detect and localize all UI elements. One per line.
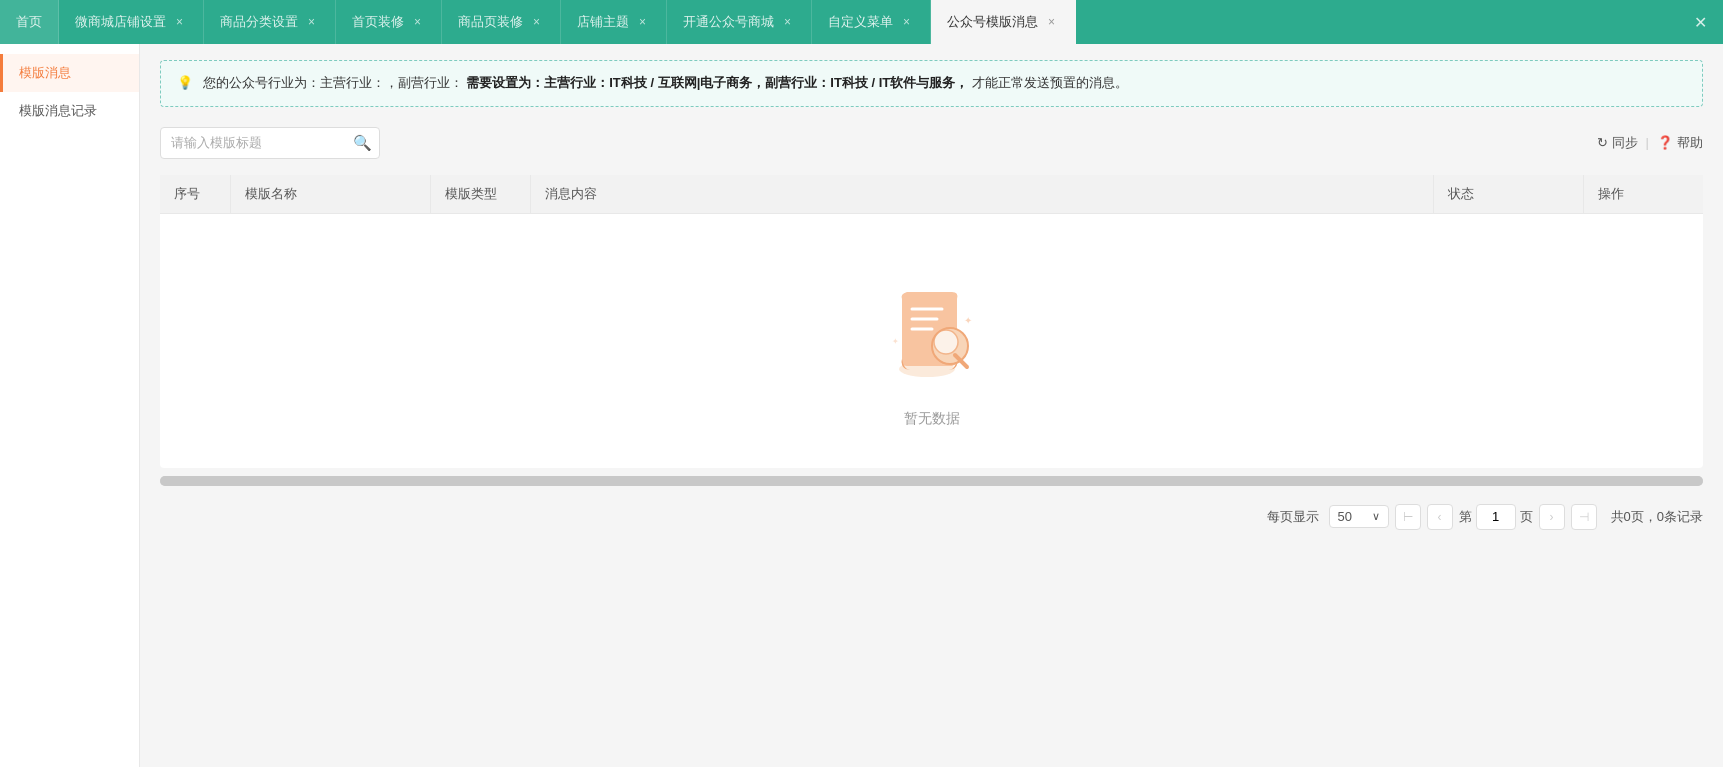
tab-template-msg[interactable]: 公众号模版消息 × xyxy=(931,0,1076,44)
sidebar-item-template-msg-record[interactable]: 模版消息记录 xyxy=(0,92,139,130)
tab-category-label: 商品分类设置 xyxy=(220,13,298,31)
svg-point-5 xyxy=(934,330,958,354)
col-header-type: 模版类型 xyxy=(430,175,530,214)
tab-category-close[interactable]: × xyxy=(304,13,319,31)
svg-text:✦: ✦ xyxy=(964,315,972,326)
col-header-status: 状态 xyxy=(1433,175,1583,214)
col-header-index: 序号 xyxy=(160,175,230,214)
tab-homepage-decor-label: 首页装修 xyxy=(352,13,404,31)
toolbar-divider: | xyxy=(1646,135,1649,150)
search-input-wrap: 🔍 xyxy=(160,127,380,159)
total-info: 共0页，0条记录 xyxy=(1611,508,1703,526)
tab-open-mall-close[interactable]: × xyxy=(780,13,795,31)
data-table: 序号 模版名称 模版类型 消息内容 状态 操作 xyxy=(160,175,1703,468)
tab-template-msg-close[interactable]: × xyxy=(1044,13,1059,31)
page-label-pre: 第 xyxy=(1459,508,1472,526)
per-page-select[interactable]: 50 ∨ xyxy=(1329,505,1389,528)
tab-home[interactable]: 首页 xyxy=(0,0,59,44)
main-layout: 模版消息 模版消息记录 💡 您的公众号行业为：主营行业：，副营行业： 需要设置为… xyxy=(0,44,1723,767)
tab-home-label: 首页 xyxy=(16,13,42,31)
empty-illustration: ✦ ✦ xyxy=(872,274,992,394)
tab-custom-menu-close[interactable]: × xyxy=(899,13,914,31)
tab-product-decor-close[interactable]: × xyxy=(529,13,544,31)
help-label: 帮助 xyxy=(1677,134,1703,152)
per-page-chevron: ∨ xyxy=(1372,510,1380,523)
sync-label: 同步 xyxy=(1612,134,1638,152)
col-header-content: 消息内容 xyxy=(530,175,1433,214)
notice-prefix: 您的公众号行业为：主营行业：，副营行业： xyxy=(203,75,463,90)
col-header-action: 操作 xyxy=(1583,175,1703,214)
search-bar: 🔍 ↻ 同步 | ❓ 帮助 xyxy=(160,127,1703,159)
pagination: 每页显示 50 ∨ ⊢ ‹ 第 页 › ⊣ 共0页，0条记录 xyxy=(160,494,1703,534)
tab-shop-settings-label: 微商城店铺设置 xyxy=(75,13,166,31)
tab-template-msg-label: 公众号模版消息 xyxy=(947,13,1038,31)
empty-state: ✦ ✦ 暂无数据 xyxy=(160,214,1703,468)
sidebar: 模版消息 模版消息记录 xyxy=(0,44,140,767)
tab-shop-settings-close[interactable]: × xyxy=(172,13,187,31)
tab-product-decor[interactable]: 商品页装修 × xyxy=(442,0,561,44)
help-icon: ❓ xyxy=(1657,135,1673,150)
col-header-name: 模版名称 xyxy=(230,175,430,214)
page-number-input[interactable] xyxy=(1476,504,1516,530)
help-button[interactable]: ❓ 帮助 xyxy=(1657,134,1703,152)
toolbar-right: ↻ 同步 | ❓ 帮助 xyxy=(1597,134,1703,152)
tab-homepage-decor-close[interactable]: × xyxy=(410,13,425,31)
empty-text: 暂无数据 xyxy=(904,410,960,428)
page-input-wrap: 第 页 xyxy=(1459,504,1533,530)
bulb-icon: 💡 xyxy=(177,75,193,90)
tab-open-mall[interactable]: 开通公众号商城 × xyxy=(667,0,812,44)
tab-open-mall-label: 开通公众号商城 xyxy=(683,13,774,31)
sync-button[interactable]: ↻ 同步 xyxy=(1597,134,1638,152)
per-page-value: 50 xyxy=(1338,509,1352,524)
tab-store-theme[interactable]: 店铺主题 × xyxy=(561,0,667,44)
page-prev-btn[interactable]: ‹ xyxy=(1427,504,1453,530)
table-header-row: 序号 模版名称 模版类型 消息内容 状态 操作 xyxy=(160,175,1703,214)
tab-bar-close-all[interactable]: ✕ xyxy=(1678,13,1723,32)
sidebar-item-template-msg[interactable]: 模版消息 xyxy=(0,54,139,92)
tab-custom-menu-label: 自定义菜单 xyxy=(828,13,893,31)
notice-banner: 💡 您的公众号行业为：主营行业：，副营行业： 需要设置为：主营行业：IT科技 /… xyxy=(160,60,1703,107)
sync-icon: ↻ xyxy=(1597,135,1608,150)
notice-highlight: 需要设置为：主营行业：IT科技 / 互联网|电子商务，副营行业：IT科技 / I… xyxy=(466,75,968,90)
empty-row: ✦ ✦ 暂无数据 xyxy=(160,213,1703,468)
page-label-post: 页 xyxy=(1520,508,1533,526)
content-area: 💡 您的公众号行业为：主营行业：，副营行业： 需要设置为：主营行业：IT科技 /… xyxy=(140,44,1723,767)
per-page-label: 每页显示 xyxy=(1267,508,1319,526)
search-input[interactable] xyxy=(160,127,380,159)
notice-suffix: 才能正常发送预置的消息。 xyxy=(972,75,1128,90)
table-scroll-thumb[interactable] xyxy=(160,476,1703,486)
sidebar-item-template-msg-record-label: 模版消息记录 xyxy=(19,103,97,118)
page-first-btn[interactable]: ⊢ xyxy=(1395,504,1421,530)
sidebar-item-template-msg-label: 模版消息 xyxy=(19,65,71,80)
page-next-btn[interactable]: › xyxy=(1539,504,1565,530)
page-last-btn[interactable]: ⊣ xyxy=(1571,504,1597,530)
table-scrollbar[interactable] xyxy=(160,476,1703,486)
tab-shop-settings[interactable]: 微商城店铺设置 × xyxy=(59,0,204,44)
tab-store-theme-close[interactable]: × xyxy=(635,13,650,31)
tab-bar: 首页 微商城店铺设置 × 商品分类设置 × 首页装修 × 商品页装修 × 店铺主… xyxy=(0,0,1723,44)
tab-category-settings[interactable]: 商品分类设置 × xyxy=(204,0,336,44)
search-icon[interactable]: 🔍 xyxy=(353,134,372,152)
tab-store-theme-label: 店铺主题 xyxy=(577,13,629,31)
tab-custom-menu[interactable]: 自定义菜单 × xyxy=(812,0,931,44)
svg-text:✦: ✦ xyxy=(892,337,899,346)
tab-homepage-decor[interactable]: 首页装修 × xyxy=(336,0,442,44)
tab-product-decor-label: 商品页装修 xyxy=(458,13,523,31)
